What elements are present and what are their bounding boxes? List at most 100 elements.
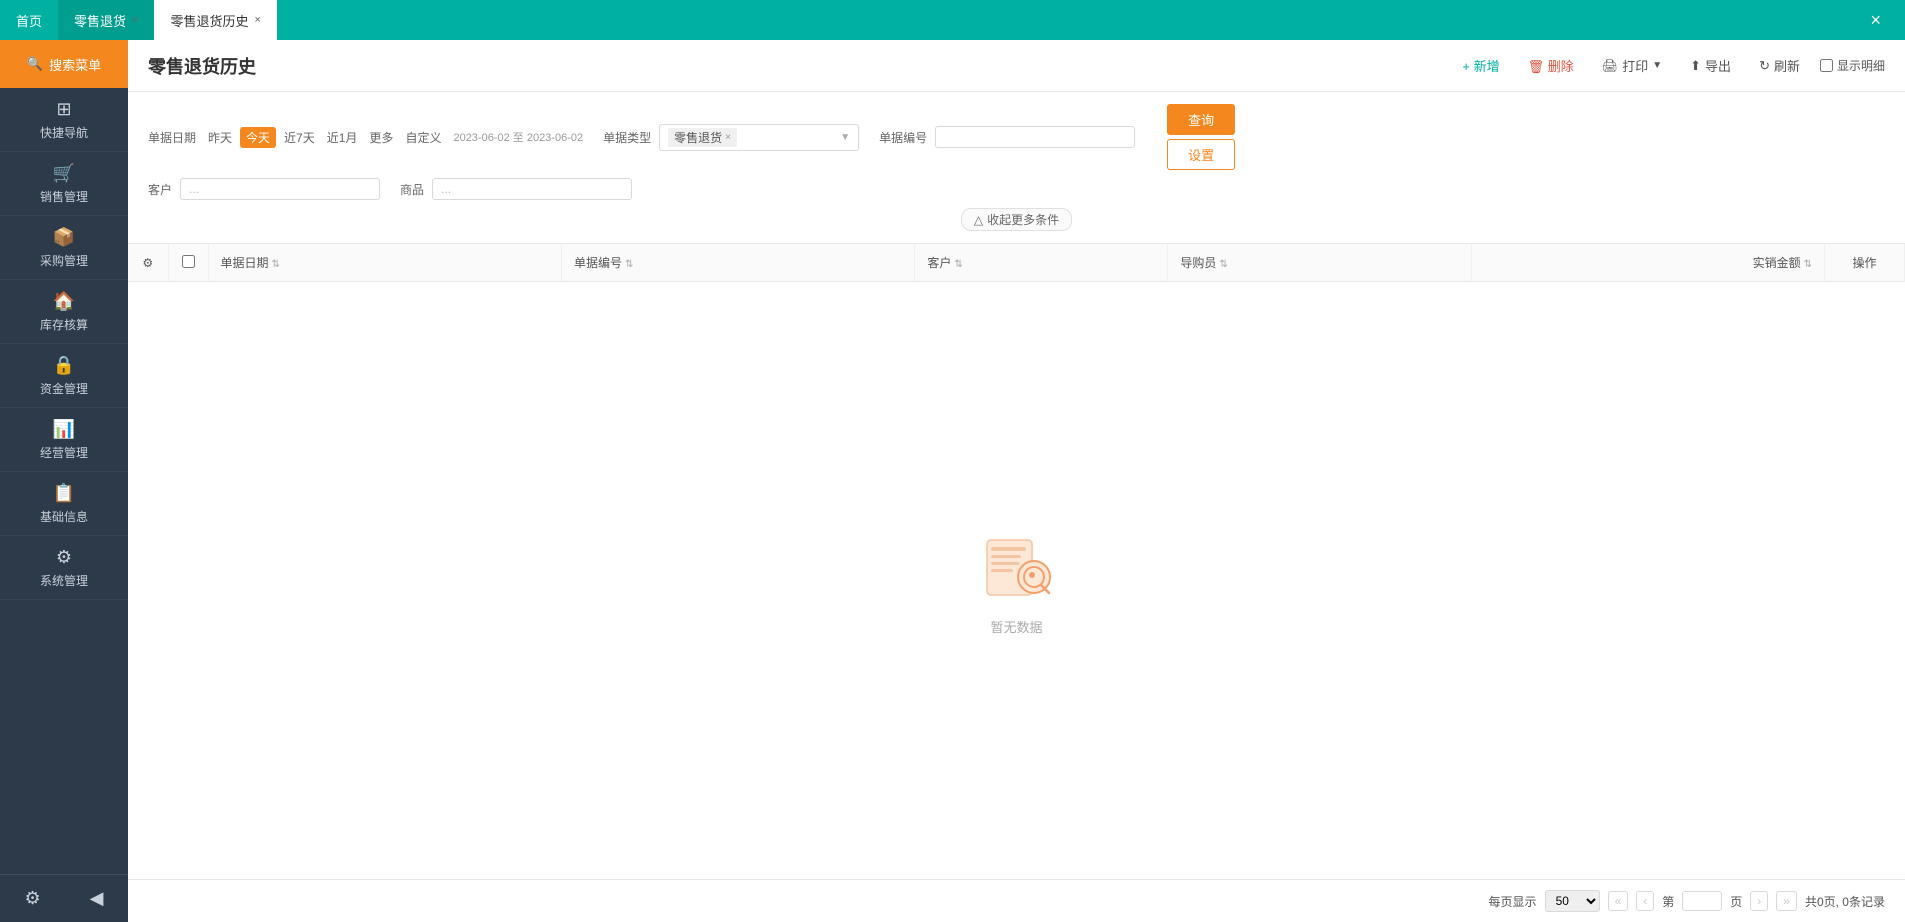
tab-list: 首页 零售退货 × 零售退货历史 ×: [0, 0, 1862, 40]
sidebar-item-system[interactable]: ⚙ 系统管理: [0, 536, 128, 600]
date-yesterday[interactable]: 昨天: [204, 127, 236, 148]
date-shortcuts: 昨天 今天 近7天 近1月 更多 自定义: [204, 127, 445, 148]
query-buttons: 查询 设置: [1167, 104, 1235, 170]
date-1month[interactable]: 近1月: [323, 127, 362, 148]
date-filter: 单据日期 昨天 今天 近7天 近1月 更多 自定义 2023-06-02 至 2…: [148, 127, 583, 148]
customer-label: 客户: [148, 181, 172, 198]
print-dropdown-icon: ▼: [1652, 60, 1662, 71]
sort-guide-icon[interactable]: ⇅: [1219, 259, 1227, 270]
purchase-mgmt-icon: 📦: [53, 227, 75, 248]
finance-icon: 🔒: [53, 355, 75, 376]
voucher-no-label: 单据编号: [879, 129, 927, 146]
customer-filter: 客户: [148, 178, 380, 200]
date-range-text: 2023-06-02 至 2023-06-02: [453, 129, 583, 145]
query-button[interactable]: 查询: [1167, 104, 1235, 135]
new-button[interactable]: + 新增: [1454, 52, 1507, 79]
voucher-type-tag: 零售退货 ×: [668, 128, 737, 147]
customer-input[interactable]: [180, 178, 380, 200]
window-close-button[interactable]: ×: [1862, 10, 1889, 31]
export-button[interactable]: ⬆ 导出: [1682, 52, 1739, 79]
page-input[interactable]: 1: [1682, 891, 1722, 911]
filter-row-2: 客户 商品: [148, 178, 1885, 200]
page-header: 零售退货历史 + 新增 🗑 删除 🖨 打印 ▼ ⬆ 导出 ↻ 刷新: [128, 40, 1905, 92]
collapse-sidebar-icon[interactable]: ◀: [90, 888, 104, 909]
date-today[interactable]: 今天: [240, 127, 276, 148]
goods-label: 商品: [400, 181, 424, 198]
sidebar-item-basic-info[interactable]: 📋 基础信息: [0, 472, 128, 536]
collapse-more-row: △ 收起更多条件: [148, 208, 1885, 231]
collapse-icon: △: [974, 213, 983, 227]
voucher-type-tag-close[interactable]: ×: [725, 132, 731, 143]
last-page-button[interactable]: »: [1776, 891, 1797, 911]
empty-icon: [977, 525, 1057, 605]
col-settings: ⚙: [128, 244, 168, 282]
prev-page-button[interactable]: ‹: [1636, 891, 1654, 911]
delete-button[interactable]: 🗑 删除: [1520, 52, 1582, 79]
date-filter-label: 单据日期: [148, 129, 196, 146]
tab-retail-return[interactable]: 零售退货 ×: [58, 0, 154, 40]
page-unit: 页: [1730, 893, 1742, 910]
sort-amount-icon[interactable]: ⇅: [1804, 259, 1812, 270]
content-area: 零售退货历史 + 新增 🗑 删除 🖨 打印 ▼ ⬆ 导出 ↻ 刷新: [128, 40, 1905, 922]
pagination-bar: 每页显示 50 100 200 « ‹ 第 1 页 › » 共0页, 0条记录: [128, 879, 1905, 922]
top-bar: 首页 零售退货 × 零售退货历史 × ×: [0, 0, 1905, 40]
filter-area: 单据日期 昨天 今天 近7天 近1月 更多 自定义 2023-06-02 至 2…: [128, 92, 1905, 244]
col-amount: 实销金额⇅: [1471, 244, 1825, 282]
show-detail-checkbox-label[interactable]: 显示明细: [1820, 57, 1885, 74]
col-checkbox: [168, 244, 208, 282]
col-ops: 操作: [1825, 244, 1905, 282]
voucher-no-filter: 单据编号: [879, 126, 1135, 148]
sort-date-icon[interactable]: ⇅: [272, 259, 280, 270]
sidebar-search[interactable]: 🔍 搜索菜单: [0, 40, 128, 88]
voucher-type-select[interactable]: 零售退货 × ▼: [659, 124, 859, 151]
next-page-button[interactable]: ›: [1750, 891, 1768, 911]
search-icon: 🔍: [27, 56, 43, 72]
set-button[interactable]: 设置: [1167, 139, 1235, 170]
voucher-type-filter: 单据类型 零售退货 × ▼: [603, 124, 859, 151]
empty-state: 暂无数据: [128, 282, 1905, 879]
col-guide: 导购员⇅: [1168, 244, 1471, 282]
table-settings-icon[interactable]: ⚙: [142, 256, 153, 270]
tab-retail-return-history[interactable]: 零售退货历史 ×: [154, 0, 276, 40]
sort-customer-icon[interactable]: ⇅: [954, 259, 962, 270]
sidebar-item-finance[interactable]: 🔒 资金管理: [0, 344, 128, 408]
page-label: 第: [1662, 893, 1674, 910]
per-page-select[interactable]: 50 100 200: [1545, 890, 1600, 912]
date-7days[interactable]: 近7天: [280, 127, 319, 148]
sidebar-item-purchase-mgmt[interactable]: 📦 采购管理: [0, 216, 128, 280]
sidebar-item-sales-mgmt[interactable]: 🛒 销售管理: [0, 152, 128, 216]
search-label: 搜索菜单: [49, 55, 101, 74]
sidebar-nav: ⊞ 快捷导航 🛒 销售管理 📦 采购管理 🏠 库存核算 🔒 资金管理 📊: [0, 88, 128, 874]
tab-retail-return-history-close[interactable]: ×: [254, 14, 260, 26]
select-all-checkbox[interactable]: [182, 255, 195, 268]
date-custom[interactable]: 自定义: [401, 127, 445, 148]
system-icon: ⚙: [56, 547, 72, 568]
settings-bottom-icon[interactable]: ⚙: [25, 888, 41, 909]
refresh-icon: ↻: [1759, 58, 1770, 74]
print-icon: 🖨: [1602, 58, 1619, 74]
collapse-btn[interactable]: △ 收起更多条件: [961, 208, 1072, 231]
sidebar-bottom: ⚙ ◀: [0, 874, 128, 922]
voucher-no-input[interactable]: [935, 126, 1135, 148]
refresh-button[interactable]: ↻ 刷新: [1751, 52, 1808, 79]
main-layout: 🔍 搜索菜单 ⊞ 快捷导航 🛒 销售管理 📦 采购管理 🏠 库存核算 🔒: [0, 40, 1905, 922]
goods-input[interactable]: [432, 178, 632, 200]
goods-filter: 商品: [400, 178, 632, 200]
sidebar-item-operations[interactable]: 📊 经营管理: [0, 408, 128, 472]
quick-nav-icon: ⊞: [56, 99, 71, 120]
print-button[interactable]: 🖨 打印 ▼: [1594, 52, 1670, 79]
per-page-label: 每页显示: [1489, 893, 1537, 910]
sidebar: 🔍 搜索菜单 ⊞ 快捷导航 🛒 销售管理 📦 采购管理 🏠 库存核算 🔒: [0, 40, 128, 922]
tab-retail-return-close[interactable]: ×: [132, 14, 138, 26]
sidebar-item-inventory[interactable]: 🏠 库存核算: [0, 280, 128, 344]
show-detail-checkbox[interactable]: [1820, 59, 1833, 72]
sidebar-item-quick-nav[interactable]: ⊞ 快捷导航: [0, 88, 128, 152]
table-area: ⚙ 单据日期⇅ 单据编号⇅ 客户⇅: [128, 244, 1905, 879]
voucher-type-label: 单据类型: [603, 129, 651, 146]
first-page-button[interactable]: «: [1608, 891, 1629, 911]
date-more[interactable]: 更多: [365, 127, 397, 148]
filter-row-1: 单据日期 昨天 今天 近7天 近1月 更多 自定义 2023-06-02 至 2…: [148, 104, 1885, 170]
header-actions: + 新增 🗑 删除 🖨 打印 ▼ ⬆ 导出 ↻ 刷新 显示明细: [1454, 52, 1885, 79]
tab-home[interactable]: 首页: [0, 0, 58, 40]
sort-voucher-icon[interactable]: ⇅: [625, 259, 633, 270]
